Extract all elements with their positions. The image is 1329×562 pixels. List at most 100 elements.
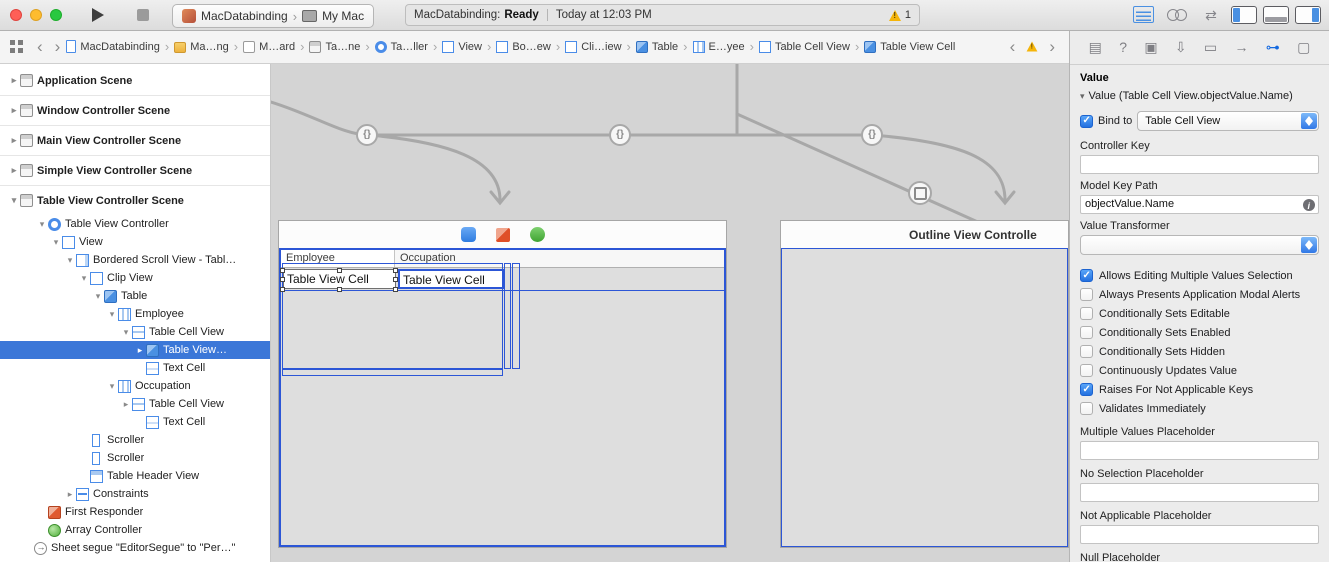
table-view-controller-frame[interactable]: Employee Occupation Table View Cell Tabl… bbox=[278, 220, 727, 548]
outline-row[interactable]: Table Header View bbox=[0, 467, 270, 485]
outline-row[interactable]: ▾ Table View Controller bbox=[0, 215, 270, 233]
model-key-path-field[interactable]: objectValue.Name bbox=[1080, 195, 1319, 215]
bind-to-checkbox[interactable] bbox=[1080, 114, 1093, 128]
disclosure-open-icon[interactable]: ▾ bbox=[106, 309, 118, 320]
outline-row[interactable]: Sheet segue "EditorSegue" to "Per…" bbox=[0, 539, 270, 557]
breadcrumb-item[interactable]: Ma…ng bbox=[174, 40, 229, 53]
scheme-selector[interactable]: MacDatabinding My Mac bbox=[172, 4, 375, 28]
segue-badge[interactable]: {} bbox=[356, 124, 378, 146]
zoom-button[interactable] bbox=[50, 9, 62, 21]
outline-row[interactable]: ▸ Application Scene bbox=[0, 66, 270, 96]
outline-view-controller-frame[interactable]: Outline View Controlle bbox=[780, 220, 1069, 548]
outline-row-selected[interactable]: ▸ Table View… bbox=[0, 341, 270, 359]
first-responder-icon[interactable] bbox=[495, 227, 510, 242]
stop-button[interactable] bbox=[137, 9, 149, 21]
table-scroll-view[interactable]: Employee Occupation Table View Cell Tabl… bbox=[279, 248, 726, 547]
resize-handle[interactable] bbox=[280, 268, 285, 273]
outline-row[interactable]: ▾ Bordered Scroll View - Tabl… bbox=[0, 251, 270, 269]
resize-handle[interactable] bbox=[337, 287, 342, 292]
table-view-cell[interactable]: Table View Cell bbox=[398, 269, 504, 289]
storyboard-segue-badge[interactable] bbox=[908, 181, 932, 205]
disclosure-closed-icon[interactable]: ▸ bbox=[8, 165, 20, 176]
disclosure-open-icon[interactable]: ▾ bbox=[50, 237, 62, 248]
toggle-navigator-panel-button[interactable] bbox=[1231, 5, 1257, 24]
attributes-inspector-tab[interactable]: ⇩ bbox=[1175, 40, 1187, 54]
option-checkbox[interactable] bbox=[1080, 345, 1093, 358]
view-effects-inspector-tab[interactable]: ▢ bbox=[1297, 40, 1310, 54]
segue-badge[interactable]: {} bbox=[861, 124, 883, 146]
breadcrumb-item[interactable]: Bo…ew bbox=[496, 40, 551, 53]
disclosure-open-icon[interactable]: ▾ bbox=[92, 291, 104, 302]
resize-handle[interactable] bbox=[393, 277, 398, 282]
view-controller-icon[interactable] bbox=[460, 227, 476, 242]
identity-inspector-tab[interactable]: ▣ bbox=[1144, 40, 1157, 54]
option-checkbox[interactable] bbox=[1080, 307, 1093, 320]
outline-row[interactable]: ▸ Simple View Controller Scene bbox=[0, 156, 270, 186]
segue-badge[interactable]: {} bbox=[609, 124, 631, 146]
run-button[interactable] bbox=[92, 8, 104, 22]
placeholder-field[interactable] bbox=[1080, 483, 1319, 502]
related-items-icon[interactable] bbox=[10, 40, 23, 53]
breadcrumb-item[interactable]: M…ard bbox=[243, 40, 295, 53]
value-transformer-popup[interactable] bbox=[1080, 235, 1319, 255]
resize-handle[interactable] bbox=[280, 277, 285, 282]
back-button[interactable]: ‹ bbox=[31, 38, 49, 55]
option-checkbox[interactable] bbox=[1080, 269, 1093, 282]
standard-editor-button[interactable] bbox=[1129, 5, 1157, 24]
size-inspector-tab[interactable]: ▭ bbox=[1204, 40, 1217, 54]
controller-key-field[interactable] bbox=[1080, 155, 1319, 174]
outline-row[interactable]: ▾ View bbox=[0, 233, 270, 251]
bindings-inspector-tab[interactable]: ⊶ bbox=[1266, 40, 1280, 54]
assistant-editor-button[interactable] bbox=[1163, 5, 1191, 24]
quick-help-inspector-tab[interactable]: ? bbox=[1119, 40, 1127, 54]
disclosure-open-icon[interactable] bbox=[1080, 90, 1089, 102]
breadcrumb-item[interactable]: E…yee bbox=[692, 40, 745, 53]
binding-disclosure-row[interactable]: Value (Table Cell View.objectValue.Name) bbox=[1080, 90, 1319, 102]
file-inspector-tab[interactable]: ▤ bbox=[1089, 40, 1102, 54]
minimize-button[interactable] bbox=[30, 9, 42, 21]
version-editor-button[interactable]: ⇄ bbox=[1197, 5, 1225, 24]
outline-row[interactable]: ▾ Table Cell View bbox=[0, 323, 270, 341]
outline-row[interactable]: ▾ Occupation bbox=[0, 377, 270, 395]
outline-row[interactable]: ▾ Clip View bbox=[0, 269, 270, 287]
option-checkbox[interactable] bbox=[1080, 402, 1093, 415]
breadcrumb-item[interactable]: MacDatabinding bbox=[66, 40, 160, 53]
option-checkbox[interactable] bbox=[1080, 383, 1093, 396]
exit-segue-icon[interactable] bbox=[529, 227, 545, 242]
previous-issue-button[interactable]: ‹ bbox=[1004, 38, 1022, 55]
option-checkbox[interactable] bbox=[1080, 288, 1093, 301]
outline-row[interactable]: ▾ Employee bbox=[0, 305, 270, 323]
resize-handle[interactable] bbox=[393, 287, 398, 292]
breadcrumb-item[interactable]: Cli…iew bbox=[565, 40, 622, 53]
outline-row[interactable]: ▾ Table View Controller Scene bbox=[0, 186, 270, 215]
toggle-debug-panel-button[interactable] bbox=[1263, 5, 1289, 24]
disclosure-closed-icon[interactable]: ▸ bbox=[134, 345, 146, 356]
outline-row[interactable]: Scroller bbox=[0, 449, 270, 467]
outline-row[interactable]: ▾ Table bbox=[0, 287, 270, 305]
breadcrumb-item[interactable]: Ta…ller bbox=[374, 40, 428, 53]
breadcrumb-item[interactable]: Table Cell View bbox=[758, 40, 850, 53]
resize-handle[interactable] bbox=[393, 268, 398, 273]
interface-builder-canvas[interactable]: {} {} {} Employee Occupation Table View … bbox=[271, 64, 1069, 562]
disclosure-closed-icon[interactable]: ▸ bbox=[8, 75, 20, 86]
breadcrumb-item[interactable]: View bbox=[442, 40, 482, 53]
resize-handle[interactable] bbox=[337, 268, 342, 273]
breadcrumb-item[interactable]: Table bbox=[635, 40, 678, 53]
outline-row[interactable]: Array Controller bbox=[0, 521, 270, 539]
disclosure-closed-icon[interactable]: ▸ bbox=[8, 135, 20, 146]
outline-row[interactable]: ▸ Window Controller Scene bbox=[0, 96, 270, 126]
resize-handle[interactable] bbox=[280, 287, 285, 292]
disclosure-closed-icon[interactable]: ▸ bbox=[120, 399, 132, 410]
forward-button[interactable]: › bbox=[49, 38, 67, 55]
toggle-inspector-panel-button[interactable] bbox=[1295, 5, 1321, 24]
disclosure-open-icon[interactable]: ▾ bbox=[64, 255, 76, 266]
disclosure-closed-icon[interactable]: ▸ bbox=[8, 105, 20, 116]
next-issue-button[interactable]: › bbox=[1043, 38, 1061, 55]
disclosure-open-icon[interactable]: ▾ bbox=[36, 219, 48, 230]
outline-row[interactable]: ▸ Table Cell View bbox=[0, 395, 270, 413]
connections-inspector-tab[interactable]: → bbox=[1234, 40, 1248, 54]
placeholder-field[interactable] bbox=[1080, 525, 1319, 544]
outline-row[interactable]: Text Cell bbox=[0, 413, 270, 431]
keypath-info-icon[interactable] bbox=[1303, 198, 1315, 215]
disclosure-open-icon[interactable]: ▾ bbox=[120, 327, 132, 338]
